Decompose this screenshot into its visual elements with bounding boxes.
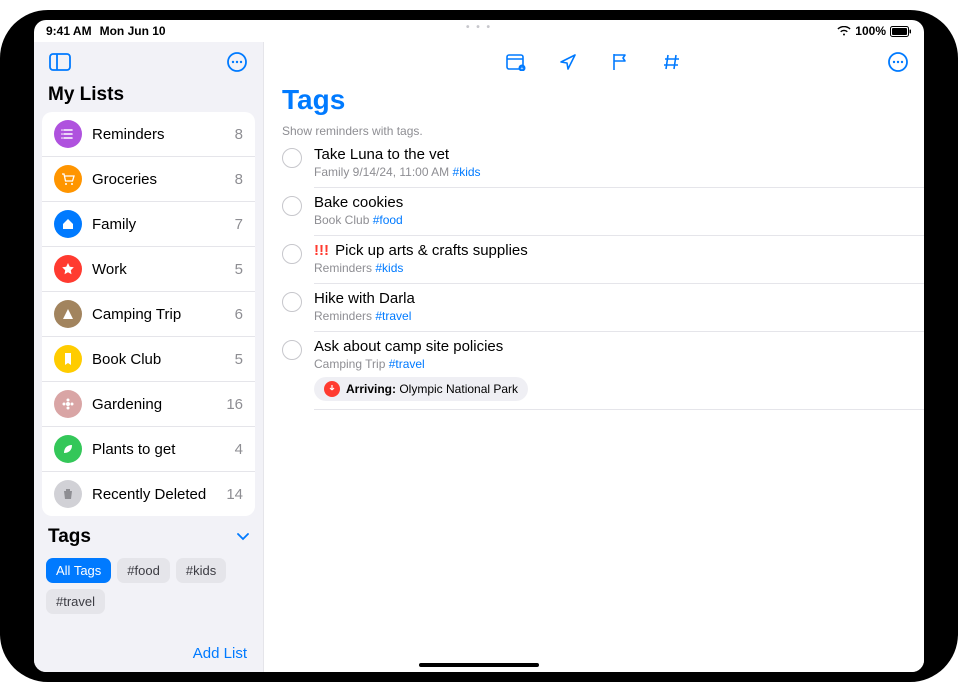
reminder-tag[interactable]: #food: [373, 213, 403, 227]
location-chip: Arriving: Olympic National Park: [314, 377, 528, 401]
list-count: 8: [235, 126, 243, 143]
list-count: 5: [235, 261, 243, 278]
completion-checkbox[interactable]: [282, 340, 302, 360]
list-count: 4: [235, 441, 243, 458]
reminder-tag[interactable]: #travel: [389, 357, 425, 371]
reminder-item[interactable]: Ask about camp site policies Camping Tri…: [264, 332, 924, 410]
sidebar-list-item[interactable]: Groceries 8: [42, 157, 255, 202]
sidebar-list-item[interactable]: Book Club 5: [42, 337, 255, 382]
tag-pills-container: All Tags#food#kids #travel: [34, 552, 263, 620]
screen: 9:41 AM Mon Jun 10 • • • 100%: [34, 20, 924, 672]
reminders-list: Take Luna to the vet Family 9/14/24, 11:…: [264, 146, 924, 410]
tag-pill[interactable]: #food: [117, 558, 170, 583]
my-lists-header: My Lists: [34, 82, 263, 112]
sidebar: My Lists Reminders 8 Groceries 8 Family …: [34, 42, 264, 672]
home-indicator[interactable]: [419, 663, 539, 667]
list-name: Gardening: [92, 396, 216, 413]
svg-text:+: +: [521, 66, 524, 71]
list-name: Book Club: [92, 351, 225, 368]
flower-icon: [54, 390, 82, 418]
page-subtitle: Show reminders with tags.: [264, 118, 924, 146]
flag-icon[interactable]: [606, 48, 634, 76]
completion-checkbox[interactable]: [282, 196, 302, 216]
reminder-title: Hike with Darla: [314, 290, 906, 307]
sidebar-list-item[interactable]: Gardening 16: [42, 382, 255, 427]
sidebar-list-item[interactable]: Family 7: [42, 202, 255, 247]
reminder-meta: Reminders #kids: [314, 261, 906, 275]
reminder-tag[interactable]: #kids: [375, 261, 403, 275]
completion-checkbox[interactable]: [282, 244, 302, 264]
sidebar-list-item[interactable]: Plants to get 4: [42, 427, 255, 472]
completion-checkbox[interactable]: [282, 292, 302, 312]
leaf-icon: [54, 435, 82, 463]
list-name: Family: [92, 216, 225, 233]
tag-pill[interactable]: All Tags: [46, 558, 111, 583]
list-name: Camping Trip: [92, 306, 225, 323]
list-count: 16: [226, 396, 243, 413]
reminder-title: Take Luna to the vet: [314, 146, 906, 163]
reminder-item[interactable]: !!! Pick up arts & crafts supplies Remin…: [264, 236, 924, 284]
wifi-icon: [837, 26, 851, 36]
list-count: 5: [235, 351, 243, 368]
list-name: Work: [92, 261, 225, 278]
sidebar-list-item[interactable]: Reminders 8: [42, 112, 255, 157]
battery-icon: [890, 26, 912, 37]
reminder-tag[interactable]: #kids: [453, 165, 481, 179]
location-pin-icon: [324, 381, 340, 397]
completion-checkbox[interactable]: [282, 148, 302, 168]
list-count: 8: [235, 171, 243, 188]
list-name: Reminders: [92, 126, 225, 143]
sidebar-toggle-icon[interactable]: [46, 48, 74, 76]
tag-pill[interactable]: #travel: [46, 589, 105, 614]
status-date: Mon Jun 10: [100, 24, 166, 38]
reminder-item[interactable]: Take Luna to the vet Family 9/14/24, 11:…: [264, 146, 924, 188]
reminder-meta: Camping Trip #travel: [314, 357, 906, 371]
cart-icon: [54, 165, 82, 193]
main-panel: + Tags Show reminders wi: [264, 42, 924, 672]
reminder-item[interactable]: Hike with Darla Reminders #travel: [264, 284, 924, 332]
list-icon: [54, 120, 82, 148]
trash-icon: [54, 480, 82, 508]
bookmark-icon: [54, 345, 82, 373]
reminder-title: Bake cookies: [314, 194, 906, 211]
reminder-meta: Book Club #food: [314, 213, 906, 227]
more-menu-icon[interactable]: [884, 48, 912, 76]
sidebar-list-item[interactable]: Camping Trip 6: [42, 292, 255, 337]
hashtag-icon[interactable]: [658, 48, 686, 76]
tag-pill[interactable]: #kids: [176, 558, 226, 583]
sidebar-list-item[interactable]: Work 5: [42, 247, 255, 292]
main-toolbar: +: [264, 42, 924, 82]
lists-container: Reminders 8 Groceries 8 Family 7 Work 5 …: [42, 112, 255, 516]
list-count: 7: [235, 216, 243, 233]
add-list-button[interactable]: Add List: [34, 635, 263, 672]
sidebar-list-item[interactable]: Recently Deleted 14: [42, 472, 255, 516]
multitask-dots-icon[interactable]: • • •: [466, 22, 492, 33]
list-name: Plants to get: [92, 441, 225, 458]
house-icon: [54, 210, 82, 238]
chevron-down-icon[interactable]: [237, 533, 249, 541]
list-name: Groceries: [92, 171, 225, 188]
calendar-icon[interactable]: +: [502, 48, 530, 76]
list-name: Recently Deleted: [92, 486, 216, 503]
tent-icon: [54, 300, 82, 328]
list-count: 14: [226, 486, 243, 503]
reminder-meta: Reminders #travel: [314, 309, 906, 323]
page-title: Tags: [264, 82, 924, 118]
reminder-item[interactable]: Bake cookies Book Club #food: [264, 188, 924, 236]
status-time: 9:41 AM: [46, 24, 92, 38]
location-icon[interactable]: [554, 48, 582, 76]
reminder-title: Ask about camp site policies: [314, 338, 906, 355]
reminder-meta: Family 9/14/24, 11:00 AM #kids: [314, 165, 906, 179]
reminder-tag[interactable]: #travel: [375, 309, 411, 323]
tags-section-title: Tags: [48, 526, 91, 548]
status-bar: 9:41 AM Mon Jun 10 • • • 100%: [34, 20, 924, 42]
more-options-icon[interactable]: [223, 48, 251, 76]
battery-percent: 100%: [855, 24, 886, 38]
list-count: 6: [235, 306, 243, 323]
star-icon: [54, 255, 82, 283]
reminder-title: !!! Pick up arts & crafts supplies: [314, 242, 906, 259]
ipad-frame: 9:41 AM Mon Jun 10 • • • 100%: [0, 10, 958, 682]
